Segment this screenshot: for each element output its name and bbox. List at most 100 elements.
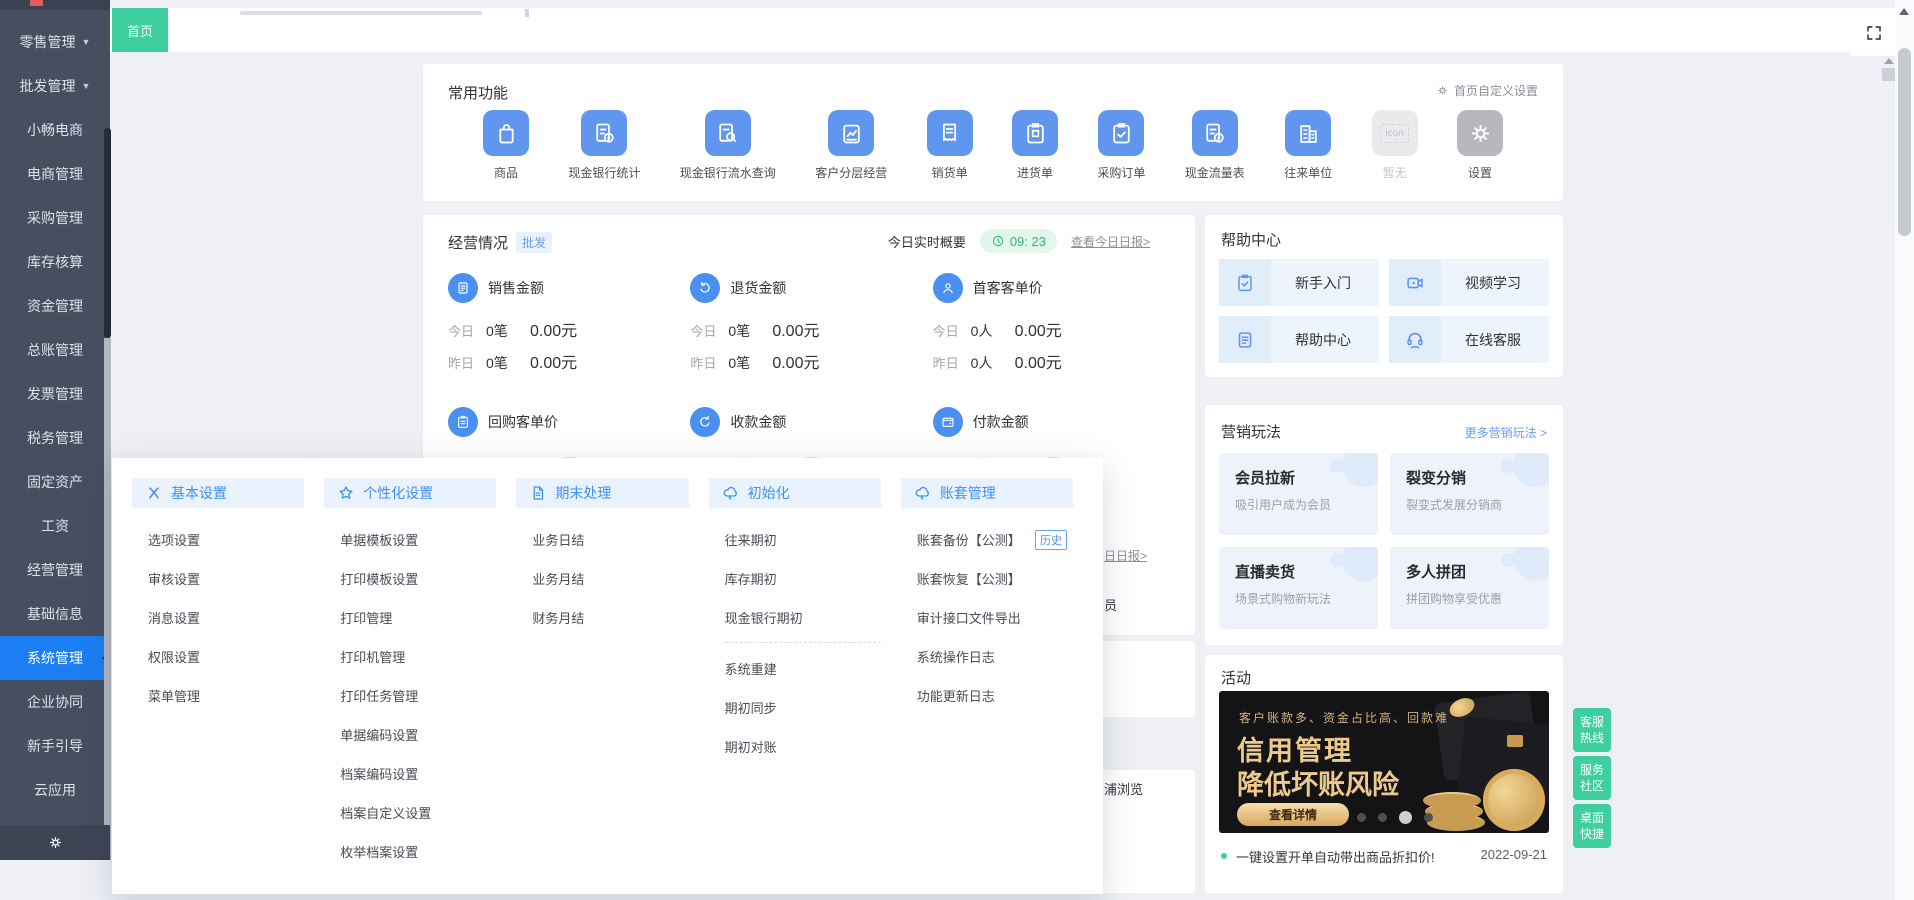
flyout-column-header: 期末处理 (516, 478, 689, 508)
flyout-menu-item[interactable]: 系统操作日志 (901, 637, 1073, 676)
sidebar-item[interactable]: 云应用 (0, 768, 110, 812)
metric-label: 退货金额 (730, 280, 787, 296)
help-tile[interactable]: 视频学习 (1389, 259, 1549, 306)
sidebar-item-label: 资金管理 (27, 298, 83, 314)
common-function-item[interactable]: 客户分层经营 (815, 110, 887, 181)
flyout-menu-item[interactable]: 审核设置 (132, 559, 304, 598)
fullscreen-button[interactable] (1851, 10, 1897, 56)
flyout-item-label: 库存期初 (724, 572, 777, 587)
scroll-up-arrow-icon[interactable] (1899, 8, 1909, 15)
sidebar-item[interactable]: 电商管理 (0, 152, 110, 196)
sidebar-item[interactable]: 系统管理 (0, 636, 110, 680)
content-scroll-up-icon[interactable] (1884, 58, 1894, 64)
sidebar-item[interactable]: 税务管理 (0, 416, 110, 460)
sidebar-item[interactable]: 基础信息 (0, 592, 110, 636)
floating-service-button[interactable]: 服务 社区 (1573, 756, 1611, 800)
sidebar-item[interactable]: 工资 (0, 504, 110, 548)
flyout-menu-item[interactable]: 期初对账 (709, 727, 881, 766)
tab-scroll-tick (525, 9, 529, 17)
flyout-menu-item[interactable]: 期初同步 (709, 688, 881, 727)
flyout-menu-item[interactable]: 审计接口文件导出 (901, 598, 1073, 637)
common-function-item[interactable]: 商品 (483, 110, 529, 181)
flyout-menu-item[interactable]: 打印机管理 (324, 637, 496, 676)
activity-banner[interactable]: 客户账款多、资金占比高、回款难 信用管理 降低坏账风险 查看详情 (1219, 691, 1549, 833)
common-function-item[interactable]: 销货单 (926, 110, 973, 181)
daily-report-link[interactable]: 查看今日日报> (1071, 233, 1150, 250)
sidebar-scrollbar-thumb[interactable] (104, 128, 111, 338)
sidebar-item[interactable]: 经营管理 (0, 548, 110, 592)
flyout-menu-item[interactable]: 业务日结 (516, 520, 688, 559)
flyout-menu-item[interactable]: 权限设置 (132, 637, 304, 676)
sidebar-item[interactable]: 固定资产 (0, 460, 110, 504)
sidebar-item[interactable]: 批发管理 ▼ (0, 64, 110, 108)
sidebar-item[interactable]: 发票管理 (0, 372, 110, 416)
common-function-item[interactable]: 现金流量表 (1185, 110, 1245, 181)
flyout-menu-item[interactable]: 枚举档案设置 (324, 832, 496, 871)
flyout-menu-item[interactable]: 打印任务管理 (324, 676, 496, 715)
tab-scrollbar[interactable] (240, 11, 482, 15)
flyout-menu-item[interactable]: 档案编码设置 (324, 754, 496, 793)
marketing-tile[interactable]: 会员拉新 吸引用户成为会员 (1219, 453, 1378, 535)
flyout-menu-item[interactable]: 现金银行期初 (709, 598, 881, 637)
tab-home[interactable]: 首页 (112, 8, 168, 52)
flyout-menu-item[interactable]: 档案自定义设置 (324, 793, 496, 832)
browser-scrollbar[interactable] (1895, 0, 1914, 900)
flyout-menu-item[interactable]: 打印模板设置 (324, 559, 496, 598)
flyout-menu-item[interactable]: 系统重建 (709, 649, 881, 688)
sidebar-item[interactable]: 小畅电商 (0, 108, 110, 152)
flyout-menu-item[interactable]: 业务月结 (516, 559, 688, 598)
flyout-menu-item[interactable]: 账套备份【公测】 历史 (901, 520, 1073, 559)
home-customize-button[interactable]: 首页自定义设置 (1436, 82, 1538, 99)
browse-text-fragment: 浦浏览 (1104, 782, 1144, 797)
function-label: 现金银行统计 (568, 166, 641, 180)
function-icon (1108, 120, 1135, 147)
sidebar-item[interactable]: 新手引导 (0, 724, 110, 768)
common-function-item[interactable]: 采购订单 (1097, 110, 1145, 181)
flyout-menu-item[interactable]: 功能更新日志 (901, 676, 1073, 715)
banner-cta-button[interactable]: 查看详情 (1237, 803, 1349, 826)
flyout-menu-item[interactable]: 单据模板设置 (324, 520, 496, 559)
flyout-menu-item[interactable]: 库存期初 (709, 559, 881, 598)
sidebar-item[interactable]: 企业协同 (0, 680, 110, 724)
sidebar-item[interactable]: 库存核算 (0, 240, 110, 284)
sidebar-item[interactable]: 采购管理 (0, 196, 110, 240)
overview-title: 经营情况 (448, 235, 509, 252)
history-badge[interactable]: 历史 (1034, 529, 1067, 550)
marketing-tile[interactable]: 直播卖货 场景式购物新玩法 (1219, 547, 1378, 629)
flyout-menu-item[interactable]: 选项设置 (132, 520, 304, 559)
news-item[interactable]: 一键设置开单自动带出商品折扣价! 2022-09-21 (1221, 847, 1547, 866)
help-tile[interactable]: 帮助中心 (1219, 316, 1379, 363)
sidebar-scrollbar-track[interactable] (104, 338, 111, 860)
report-link-fragment[interactable]: 日日报> (1104, 547, 1147, 564)
marketing-tile[interactable]: 多人拼团 拼团购物享受优惠 (1390, 547, 1549, 629)
flyout-menu-item[interactable]: 菜单管理 (132, 676, 304, 715)
floating-service-button[interactable]: 客服 热线 (1573, 708, 1611, 752)
flyout-menu-item[interactable]: 账套恢复【公测】 (901, 559, 1073, 598)
help-tile[interactable]: 新手入门 (1219, 259, 1379, 306)
common-function-item[interactable]: 往来单位 (1284, 110, 1332, 181)
content-scroll-thumb[interactable] (1882, 68, 1895, 81)
flyout-column-header: 基本设置 (132, 478, 305, 508)
flyout-menu-item[interactable]: 往来期初 (709, 520, 881, 559)
sidebar-item[interactable]: 总账管理 (0, 328, 110, 372)
common-function-item[interactable]: 现金银行流水查询 (680, 110, 776, 181)
function-icon (493, 120, 520, 147)
flyout-menu-item[interactable]: 消息设置 (132, 598, 304, 637)
floating-service-button[interactable]: 桌面 快捷 (1573, 804, 1611, 848)
common-function-item-settings[interactable]: 设置 (1457, 110, 1503, 181)
flyout-menu-item[interactable]: 财务月结 (516, 598, 688, 637)
carousel-dots[interactable] (1357, 811, 1433, 824)
marketing-tile[interactable]: 裂变分销 裂变式发展分销商 (1390, 453, 1549, 535)
sidebar-item[interactable]: 资金管理 (0, 284, 110, 328)
common-function-item[interactable]: 进货单 (1012, 110, 1058, 181)
scrollbar-thumb[interactable] (1898, 48, 1911, 236)
fullscreen-icon (1865, 24, 1883, 42)
sidebar-item[interactable]: 零售管理 ▼ (0, 20, 110, 64)
flyout-menu-item[interactable]: 打印管理 (324, 598, 496, 637)
common-function-item[interactable]: 现金银行统计 (568, 110, 640, 181)
flyout-menu-item[interactable]: 单据编码设置 (324, 715, 496, 754)
settings-gear-icon[interactable] (47, 834, 64, 851)
gear-icon (1467, 120, 1494, 147)
help-tile[interactable]: 在线客服 (1389, 316, 1549, 363)
more-marketing-link[interactable]: 更多营销玩法 > (1465, 424, 1547, 441)
